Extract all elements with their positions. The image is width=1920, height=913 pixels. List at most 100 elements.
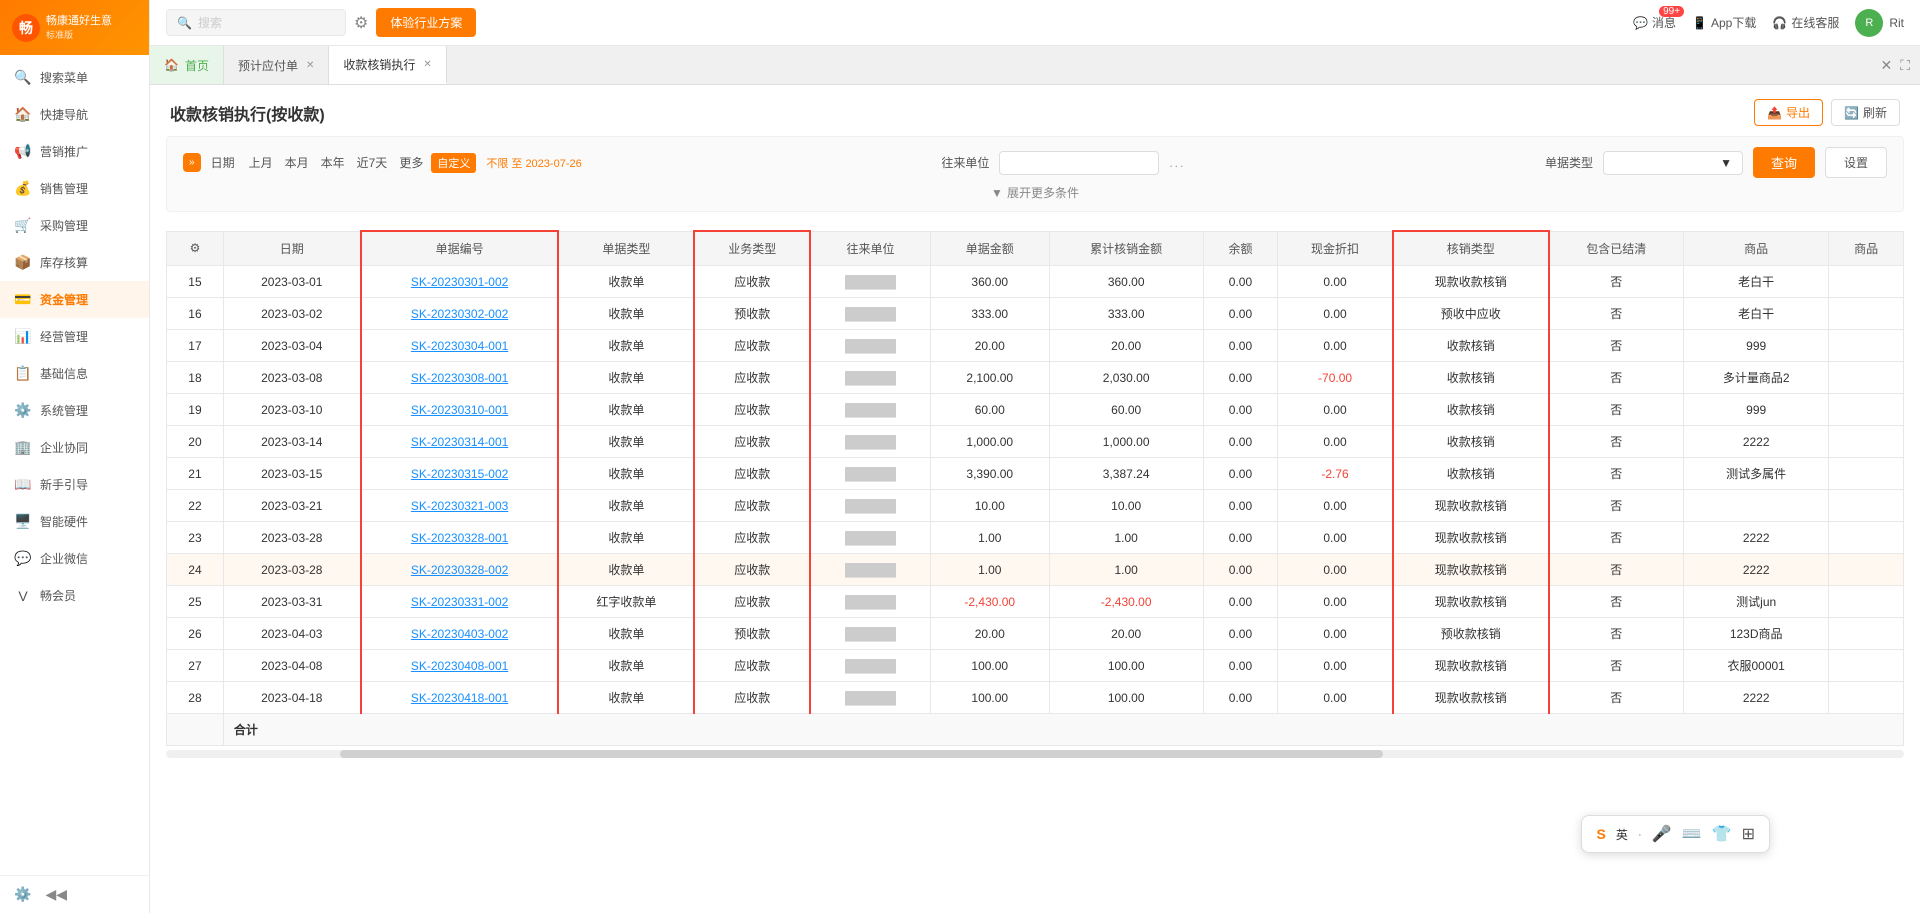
sidebar-item-member[interactable]: V畅会员: [0, 577, 149, 614]
query-button[interactable]: 查询: [1753, 147, 1815, 178]
ime-mic-icon[interactable]: 🎤: [1652, 824, 1672, 844]
table-row[interactable]: 18 2023-03-08 SK-20230308-001 收款单 应收款 ██…: [167, 362, 1904, 394]
phone-icon: 📱: [1692, 16, 1707, 30]
sidebar-item-sales[interactable]: 💰销售管理: [0, 170, 149, 207]
bill-no-link[interactable]: SK-20230331-002: [411, 595, 508, 609]
this-year-btn[interactable]: 本年: [317, 152, 349, 173]
bill-type-select[interactable]: ▼: [1603, 151, 1743, 175]
collapse-icon[interactable]: ◀◀: [45, 886, 67, 903]
sidebar-item-basic-info[interactable]: 📋基础信息: [0, 355, 149, 392]
table-row[interactable]: 15 2023-03-01 SK-20230301-002 收款单 应收款 ██…: [167, 266, 1904, 298]
cell-write-off-type: 收款核销: [1393, 394, 1549, 426]
sidebar-item-search-menu[interactable]: 🔍搜索菜单: [0, 59, 149, 96]
scrollbar-thumb[interactable]: [340, 750, 1383, 758]
message-button[interactable]: 💬 消息 99+: [1633, 14, 1676, 31]
table-container[interactable]: ⚙ 日期 单据编号 单据类型 业务类型 往来单位 单据金额 累计核销金额 余额 …: [166, 230, 1904, 913]
cell-write-off: -2,430.00: [1049, 586, 1203, 618]
table-row[interactable]: 26 2023-04-03 SK-20230403-002 收款单 预收款 ██…: [167, 618, 1904, 650]
sidebar-item-marketing[interactable]: 📢营销推广: [0, 133, 149, 170]
nav-label-operations: 经营管理: [40, 328, 88, 345]
sidebar-item-operations[interactable]: 📊经营管理: [0, 318, 149, 355]
sidebar-item-quick-nav[interactable]: 🏠快捷导航: [0, 96, 149, 133]
tab-home[interactable]: 🏠 首页: [150, 46, 224, 84]
sidebar-item-finance[interactable]: 💳资金管理: [0, 281, 149, 318]
cell-no: 28: [167, 682, 224, 714]
cell-write-off-type: 现款收款核销: [1393, 682, 1549, 714]
table-row[interactable]: 25 2023-03-31 SK-20230331-002 红字收款单 应收款 …: [167, 586, 1904, 618]
nav-icon-search-menu: 🔍: [14, 69, 32, 86]
bill-no-link[interactable]: SK-20230328-002: [411, 563, 508, 577]
bill-no-link[interactable]: SK-20230328-001: [411, 531, 508, 545]
tab-prepayment[interactable]: 预计应付单 ✕: [224, 46, 329, 84]
table-row[interactable]: 24 2023-03-28 SK-20230328-002 收款单 应收款 ██…: [167, 554, 1904, 586]
bill-no-link[interactable]: SK-20230314-001: [411, 435, 508, 449]
sidebar-item-hardware[interactable]: 🖥️智能硬件: [0, 503, 149, 540]
bill-no-link[interactable]: SK-20230304-001: [411, 339, 508, 353]
sidebar-item-purchase[interactable]: 🛒采购管理: [0, 207, 149, 244]
table-row[interactable]: 16 2023-03-02 SK-20230302-002 收款单 预收款 ██…: [167, 298, 1904, 330]
scrollbar[interactable]: [166, 750, 1904, 758]
bill-no-link[interactable]: SK-20230408-001: [411, 659, 508, 673]
bill-no-link[interactable]: SK-20230310-001: [411, 403, 508, 417]
table-row[interactable]: 21 2023-03-15 SK-20230315-002 收款单 应收款 ██…: [167, 458, 1904, 490]
col-balance: 余额: [1203, 231, 1278, 266]
table-footer: 合计: [167, 714, 1904, 746]
table-row[interactable]: 19 2023-03-10 SK-20230310-001 收款单 应收款 ██…: [167, 394, 1904, 426]
bill-no-link[interactable]: SK-20230315-002: [411, 467, 508, 481]
nav-icon-marketing: 📢: [14, 143, 32, 160]
sidebar-item-inventory[interactable]: 📦库存核算: [0, 244, 149, 281]
last-7-days-btn[interactable]: 近7天: [353, 152, 392, 173]
cell-date: 2023-03-10: [223, 394, 360, 426]
sidebar-item-wechat[interactable]: 💬企业微信: [0, 540, 149, 577]
logo-text: 畅康通好生意: [46, 14, 112, 28]
ime-shirt-icon[interactable]: 👕: [1712, 824, 1732, 844]
ime-grid-icon[interactable]: ⊞: [1742, 824, 1755, 844]
col-gear[interactable]: ⚙: [167, 231, 224, 266]
settings-button[interactable]: 设置: [1825, 147, 1887, 178]
tab-close-all-icon[interactable]: ✕: [1880, 57, 1892, 74]
settings-icon[interactable]: ⚙️: [14, 886, 31, 903]
tab-write-off[interactable]: 收款核销执行 ✕: [329, 46, 446, 84]
bill-no-link[interactable]: SK-20230308-001: [411, 371, 508, 385]
custom-date-btn[interactable]: 自定义: [431, 153, 476, 173]
this-month-btn[interactable]: 本月: [281, 152, 313, 173]
gear-icon[interactable]: ⚙: [354, 13, 368, 33]
cell-partner: ██████: [810, 330, 930, 362]
cell-cash-discount: 0.00: [1278, 682, 1393, 714]
sidebar-item-guide[interactable]: 📖新手引导: [0, 466, 149, 503]
bill-no-link[interactable]: SK-20230321-003: [411, 499, 508, 513]
user-avatar-area[interactable]: R Rit: [1855, 9, 1904, 37]
refresh-button[interactable]: 🔄 刷新: [1831, 99, 1900, 126]
cell-include-settled: 否: [1549, 522, 1684, 554]
table-row[interactable]: 20 2023-03-14 SK-20230314-001 收款单 应收款 ██…: [167, 426, 1904, 458]
table-row[interactable]: 27 2023-04-08 SK-20230408-001 收款单 应收款 ██…: [167, 650, 1904, 682]
filter-expand-button[interactable]: »: [183, 153, 201, 172]
tab-write-off-close[interactable]: ✕: [423, 59, 431, 70]
online-service-button[interactable]: 🎧 在线客服: [1772, 14, 1839, 31]
tab-prepayment-close[interactable]: ✕: [306, 60, 314, 71]
table-row[interactable]: 22 2023-03-21 SK-20230321-003 收款单 应收款 ██…: [167, 490, 1904, 522]
sidebar-item-system[interactable]: ⚙️系统管理: [0, 392, 149, 429]
sidebar-item-enterprise[interactable]: 🏢企业协同: [0, 429, 149, 466]
nav-icon-system: ⚙️: [14, 402, 32, 419]
solution-button[interactable]: 体验行业方案: [376, 8, 476, 37]
bill-no-link[interactable]: SK-20230403-002: [411, 627, 508, 641]
tab-expand-icon[interactable]: ⛶: [1900, 57, 1910, 74]
col-bill-no: 单据编号: [361, 231, 559, 266]
table-row[interactable]: 17 2023-03-04 SK-20230304-001 收款单 应收款 ██…: [167, 330, 1904, 362]
topbar-search[interactable]: 🔍 搜索: [166, 9, 346, 36]
ime-keyboard-icon[interactable]: ⌨️: [1682, 824, 1702, 844]
export-button[interactable]: 📤 导出: [1754, 99, 1823, 126]
last-month-btn[interactable]: 上月: [245, 152, 277, 173]
expand-more-button[interactable]: ▼ 展开更多条件: [991, 184, 1079, 201]
cell-bill-type: 收款单: [558, 394, 694, 426]
app-download-button[interactable]: 📱 App下载: [1692, 14, 1756, 31]
bill-no-link[interactable]: SK-20230418-001: [411, 691, 508, 705]
partner-filter-input[interactable]: [999, 151, 1159, 175]
table-row[interactable]: 23 2023-03-28 SK-20230328-001 收款单 应收款 ██…: [167, 522, 1904, 554]
bill-no-link[interactable]: SK-20230301-002: [411, 275, 508, 289]
more-dates-btn[interactable]: 更多: [395, 152, 427, 173]
table-row[interactable]: 28 2023-04-18 SK-20230418-001 收款单 应收款 ██…: [167, 682, 1904, 714]
bill-no-link[interactable]: SK-20230302-002: [411, 307, 508, 321]
nav-icon-sales: 💰: [14, 180, 32, 197]
